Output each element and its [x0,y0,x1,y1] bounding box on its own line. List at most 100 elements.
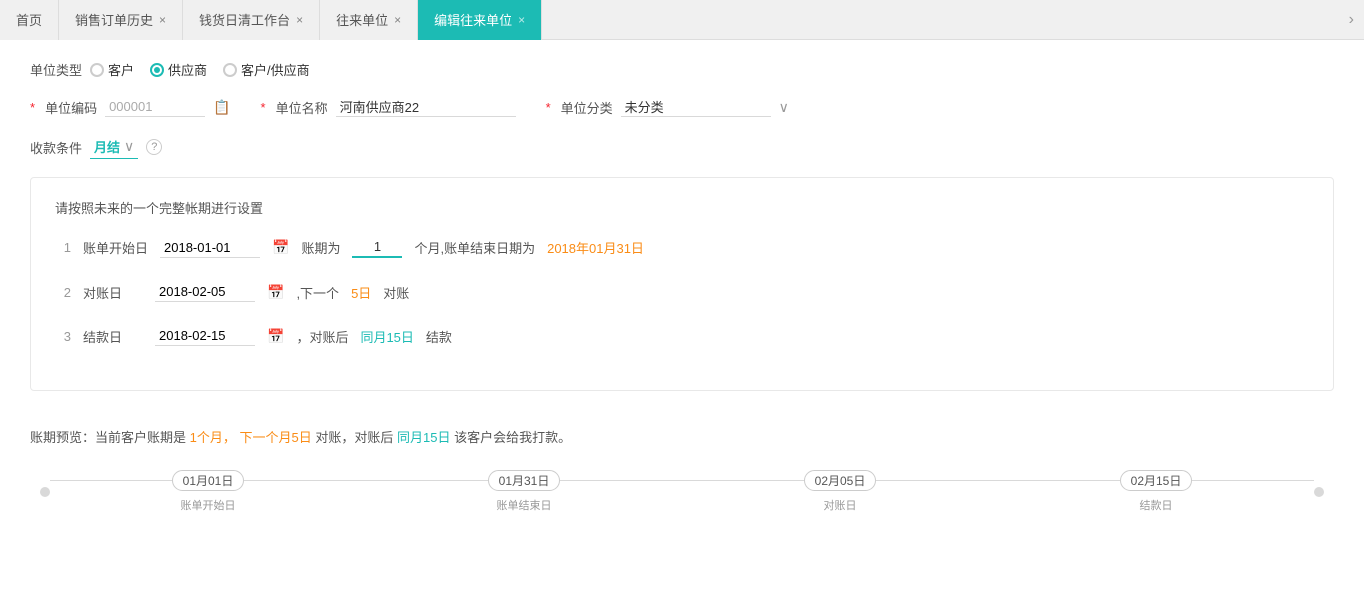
preview-part1: 1个月， [190,430,236,445]
timeline-dot-start [40,487,50,497]
preview-prefix: 账期预览：当前客户账期是 [30,430,186,445]
timeline: 01月01日 账单开始日 01月31日 账单结束日 02月05日 [30,470,1334,513]
tl-line-1b [244,480,366,481]
timeline-segment-1: 01月01日 账单开始日 [50,470,366,513]
tab-sales-history-close[interactable]: × [159,13,166,27]
tl-line-4a [998,480,1120,481]
reconcile-date-calendar-icon[interactable]: 📅 [267,284,284,301]
tab-cash-work-label: 钱货日清工作台 [199,10,290,29]
tl-label-3: 对账日 [824,497,857,513]
row-3-desc-post: 结款 [426,327,452,346]
preview-text: 账期预览：当前客户账期是 1个月， 下一个月5日 对账，对账后 同月15日 该客… [30,427,1334,446]
tl-line-2b [560,480,682,481]
unit-code-copy-icon[interactable]: 📋 [213,99,230,116]
tab-sales-history[interactable]: 销售订单历史 × [59,0,183,40]
tabs-bar: 首页 销售订单历史 × 钱货日清工作台 × 往来单位 × 编辑往来单位 × › [0,0,1364,40]
timeline-segment-4-line: 02月15日 [998,470,1314,491]
tab-edit-partner-label: 编辑往来单位 [434,10,512,29]
tab-cash-work[interactable]: 钱货日清工作台 × [183,0,320,40]
tab-edit-partner-close[interactable]: × [518,13,525,27]
settings-panel: 请按照未来的一个完整帐期进行设置 1 账单开始日 📅 账期为 个月,账单结束日期… [30,177,1334,391]
setting-row-3: 3 结款日 📅 ，对账后 同月15日 结款 [55,326,1309,346]
tab-partner-unit-label: 往来单位 [336,10,388,29]
payment-condition-dropdown[interactable]: 月结 ∨ [90,135,138,159]
radio-customer-supplier[interactable]: 客户/供应商 [223,60,310,79]
row-2-desc-post: 对账 [383,283,409,302]
months-input[interactable] [352,237,402,258]
timeline-segment-2: 01月31日 账单结束日 [366,470,682,513]
unit-code-label: 单位编码 [45,98,97,117]
unit-type-label: 单位类型 [30,60,82,79]
unit-category-input[interactable] [621,97,771,117]
tl-label-1: 账单开始日 [181,497,236,513]
row-1-end-date: 2018年01月31日 [547,238,644,257]
setting-row-1: 1 账单开始日 📅 账期为 个月,账单结束日期为 2018年01月31日 [55,237,1309,258]
row-2-label: 对账日 [83,283,143,302]
row-3-highlight: 同月15日 [360,327,413,346]
preview-middle: 对账，对账后 [315,430,393,445]
tl-line-4b [1192,480,1314,481]
unit-info-row: * 单位编码 📋 * 单位名称 * 单位分类 ∨ [30,97,1334,117]
radio-customer-supplier-circle [223,63,237,77]
tl-line-2a [366,480,488,481]
radio-supplier-label: 供应商 [168,60,207,79]
tl-badge-1: 01月01日 [172,470,245,491]
tl-label-2: 账单结束日 [497,497,552,513]
setting-row-2: 2 对账日 📅 ,下一个 5日 对账 [55,282,1309,302]
row-2-number: 2 [55,285,71,300]
unit-category-field: * 单位分类 ∨ [546,97,789,117]
unit-code-input[interactable] [105,97,205,117]
unit-type-field: 单位类型 客户 供应商 客户/供应商 [30,60,310,79]
row-2-desc-pre: ,下一个 [296,283,339,302]
payment-condition-field: 收款条件 月结 ∨ ? [30,135,162,159]
row-3-desc-pre: ，对账后 [296,327,348,346]
radio-supplier[interactable]: 供应商 [150,60,207,79]
radio-customer[interactable]: 客户 [90,60,134,79]
tab-partner-unit-close[interactable]: × [394,13,401,27]
tl-line-3b [876,480,998,481]
unit-name-label: 单位名称 [276,98,328,117]
payment-condition-label: 收款条件 [30,138,82,157]
row-1-number: 1 [55,240,71,255]
preview-part3: 同月15日 [397,430,450,445]
unit-name-required: * [261,100,266,115]
timeline-right-dot [1314,487,1324,497]
tab-edit-partner[interactable]: 编辑往来单位 × [418,0,542,40]
preview-section: 账期预览：当前客户账期是 1个月， 下一个月5日 对账，对账后 同月15日 该客… [30,411,1334,513]
tl-badge-3: 02月05日 [804,470,877,491]
payment-date-calendar-icon[interactable]: 📅 [267,328,284,345]
unit-code-required: * [30,100,35,115]
tab-cash-work-close[interactable]: × [296,13,303,27]
radio-customer-supplier-label: 客户/供应商 [241,60,310,79]
row-1-label: 账单开始日 [83,238,148,257]
unit-name-input[interactable] [336,97,516,117]
tl-line-3a [682,480,804,481]
payment-condition-help-icon[interactable]: ? [146,139,162,155]
start-date-input[interactable] [160,238,260,258]
timeline-dot-end [1314,487,1324,497]
reconcile-date-input[interactable] [155,282,255,302]
timeline-segment-4: 02月15日 结款日 [998,470,1314,513]
unit-name-field: * 单位名称 [261,97,516,117]
unit-category-dropdown-icon[interactable]: ∨ [779,99,789,116]
preview-part2: 下一个月5日 [240,430,312,445]
payment-date-input[interactable] [155,326,255,346]
tabs-scroll-arrow[interactable]: › [1339,11,1364,29]
preview-suffix: 该客户会给我打款。 [454,430,571,445]
timeline-segment-3: 02月05日 对账日 [682,470,998,513]
row-2-highlight: 5日 [351,283,371,302]
payment-condition-value: 月结 [94,137,120,156]
row-3-label: 结款日 [83,327,143,346]
tl-line-1a [50,480,172,481]
payment-condition-dropdown-icon: ∨ [124,138,134,155]
timeline-segment-2-line: 01月31日 [366,470,682,491]
timeline-left-dot [40,487,50,497]
tl-label-4: 结款日 [1140,497,1173,513]
start-date-calendar-icon[interactable]: 📅 [272,239,289,256]
timeline-segment-3-line: 02月05日 [682,470,998,491]
tab-home[interactable]: 首页 [0,0,59,40]
radio-supplier-circle [150,63,164,77]
tab-partner-unit[interactable]: 往来单位 × [320,0,418,40]
unit-type-row: 单位类型 客户 供应商 客户/供应商 [30,60,1334,79]
unit-category-required: * [546,100,551,115]
